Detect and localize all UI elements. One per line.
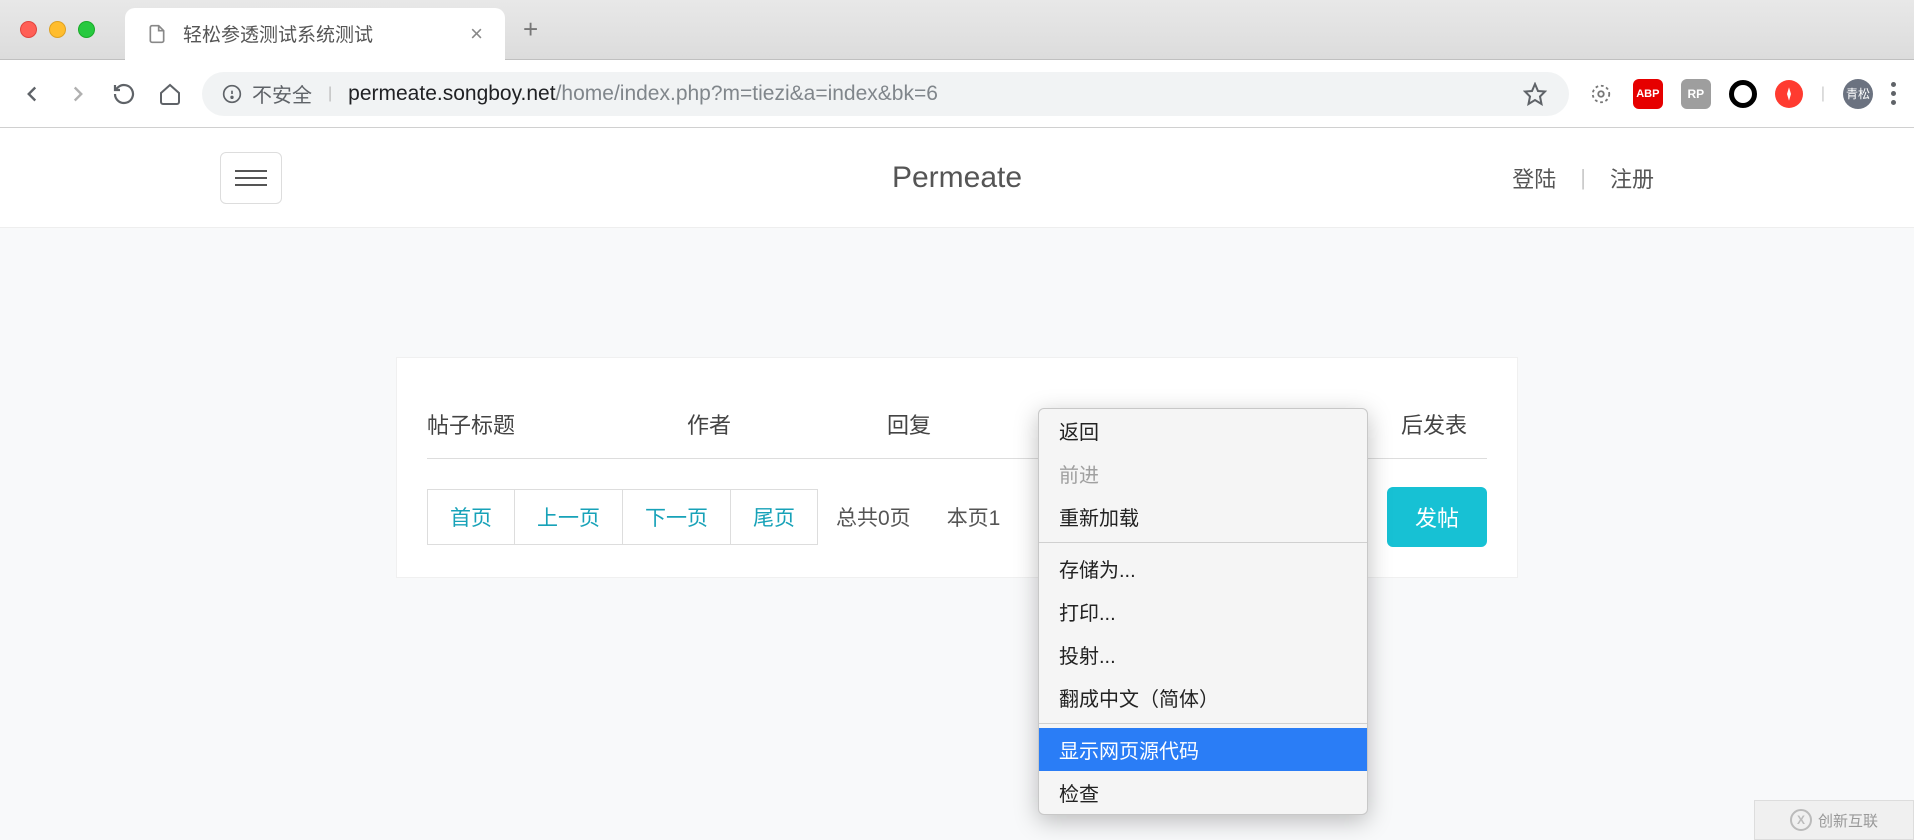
ctx-reload[interactable]: 重新加载 (1039, 495, 1367, 538)
page-icon (147, 24, 167, 44)
tab-close-button[interactable]: × (470, 21, 483, 47)
avatar-text: 青松 (1846, 85, 1870, 102)
pager-thispage: 本页1 (947, 502, 1001, 532)
menu-toggle-button[interactable] (220, 152, 282, 204)
site-header: Permeate 登陆 | 注册 (0, 128, 1914, 228)
url-text: permeate.songboy.net/home/index.php?m=ti… (348, 82, 938, 106)
browser-menu-button[interactable] (1891, 82, 1896, 105)
insecure-label: 不安全 (252, 79, 312, 108)
forward-button[interactable] (64, 80, 92, 108)
bookmark-star-icon[interactable] (1521, 80, 1549, 108)
compass-extension-icon[interactable] (1775, 80, 1803, 108)
ctx-inspect[interactable]: 检查 (1039, 771, 1367, 814)
reload-button[interactable] (110, 80, 138, 108)
pager-total: 总共0页 (836, 502, 911, 532)
ctx-separator (1039, 723, 1367, 724)
ctx-separator (1039, 542, 1367, 543)
abp-label: ABP (1636, 88, 1659, 100)
rp-extension-icon[interactable]: RP (1681, 79, 1711, 109)
tab-title: 轻松参透测试系统测试 (183, 20, 454, 47)
col-author: 作者 (687, 408, 887, 440)
ctx-cast[interactable]: 投射... (1039, 633, 1367, 676)
pager-next[interactable]: 下一页 (622, 489, 731, 545)
url-path: /home/index.php?m=tiezi&a=index&bk=6 (556, 82, 938, 105)
extensions-area: ABP RP | 青松 (1587, 79, 1896, 109)
url-host: permeate.songboy.net (348, 82, 555, 105)
register-link[interactable]: 注册 (1610, 162, 1654, 194)
adblock-extension-icon[interactable]: ABP (1633, 79, 1663, 109)
auth-links: 登陆 | 注册 (1512, 162, 1654, 194)
tabs-row: 轻松参透测试系统测试 × + (125, 0, 1914, 59)
site-brand: Permeate (892, 161, 1022, 195)
back-button[interactable] (18, 80, 46, 108)
pager-first[interactable]: 首页 (427, 489, 515, 545)
page-viewport: Permeate 登陆 | 注册 帖子标题 作者 回复 后发表 首页 上一页 下… (0, 128, 1914, 840)
ctx-view-source[interactable]: 显示网页源代码 (1039, 728, 1367, 771)
watermark: X 创新互联 (1754, 800, 1914, 840)
rp-label: RP (1688, 87, 1705, 101)
address-bar[interactable]: 不安全 | permeate.songboy.net/home/index.ph… (202, 72, 1569, 116)
window-chrome: 轻松参透测试系统测试 × + (0, 0, 1914, 60)
context-menu: 返回 前进 重新加载 存储为... 打印... 投射... 翻成中文（简体） 显… (1038, 408, 1368, 815)
traffic-lights (20, 21, 95, 38)
ctx-translate[interactable]: 翻成中文（简体） (1039, 676, 1367, 719)
browser-toolbar: 不安全 | permeate.songboy.net/home/index.ph… (0, 60, 1914, 128)
ctx-save-as[interactable]: 存储为... (1039, 547, 1367, 590)
close-window-button[interactable] (20, 21, 37, 38)
col-title: 帖子标题 (427, 408, 687, 440)
ctx-forward: 前进 (1039, 452, 1367, 495)
ctx-back[interactable]: 返回 (1039, 409, 1367, 452)
watermark-icon: X (1790, 809, 1812, 831)
new-tab-button[interactable]: + (523, 14, 538, 45)
maximize-window-button[interactable] (78, 21, 95, 38)
inspect-extension-icon[interactable] (1587, 80, 1615, 108)
security-indicator[interactable]: 不安全 (222, 79, 312, 108)
new-post-button[interactable]: 发帖 (1387, 487, 1487, 547)
auth-separator: | (1580, 165, 1586, 191)
minimize-window-button[interactable] (49, 21, 66, 38)
circle-extension-icon[interactable] (1729, 80, 1757, 108)
profile-avatar[interactable]: 青松 (1843, 79, 1873, 109)
ctx-print[interactable]: 打印... (1039, 590, 1367, 633)
login-link[interactable]: 登陆 (1512, 162, 1556, 194)
pager-prev[interactable]: 上一页 (514, 489, 623, 545)
watermark-text: 创新互联 (1818, 810, 1878, 831)
browser-tab[interactable]: 轻松参透测试系统测试 × (125, 8, 505, 60)
pager-last[interactable]: 尾页 (730, 489, 818, 545)
home-button[interactable] (156, 80, 184, 108)
